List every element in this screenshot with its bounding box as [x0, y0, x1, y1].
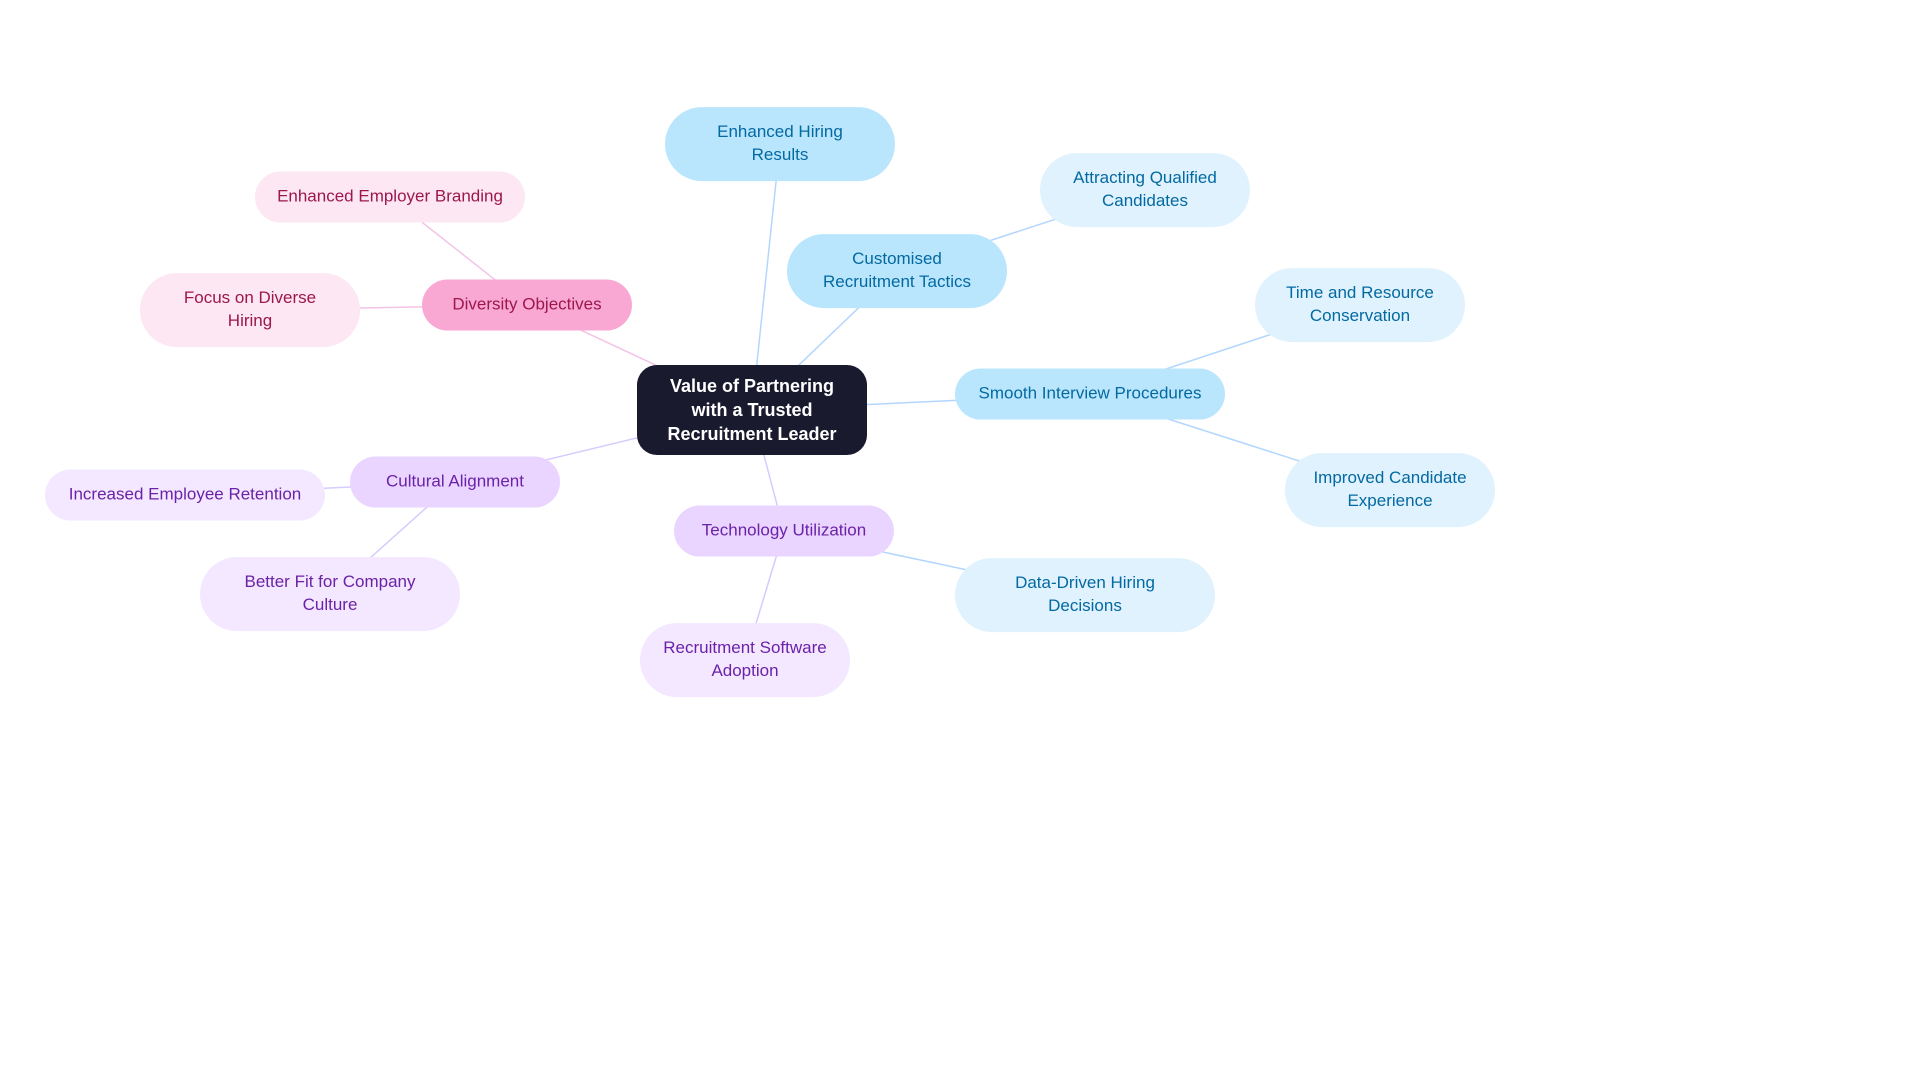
node-customised-tactics: Customised Recruitment Tactics: [787, 234, 1007, 308]
node-data-driven: Data-Driven Hiring Decisions: [955, 558, 1215, 632]
node-cultural-alignment: Cultural Alignment: [350, 457, 560, 508]
connections-svg: [0, 0, 1920, 1083]
node-smooth-interview: Smooth Interview Procedures: [955, 369, 1225, 420]
node-employee-retention: Increased Employee Retention: [45, 470, 325, 521]
node-attracting-candidates: Attracting Qualified Candidates: [1040, 153, 1250, 227]
node-improved-candidate: Improved Candidate Experience: [1285, 453, 1495, 527]
node-diverse-hiring: Focus on Diverse Hiring: [140, 273, 360, 347]
mindmap-container: Value of Partnering with a Trusted Recru…: [0, 0, 1920, 1083]
node-diversity: Diversity Objectives: [422, 280, 632, 331]
center-node: Value of Partnering with a Trusted Recru…: [637, 365, 867, 455]
node-technology: Technology Utilization: [674, 506, 894, 557]
node-employer-branding: Enhanced Employer Branding: [255, 172, 525, 223]
node-enhanced-hiring: Enhanced Hiring Results: [665, 107, 895, 181]
node-recruitment-software: Recruitment Software Adoption: [640, 623, 850, 697]
node-time-resource: Time and Resource Conservation: [1255, 268, 1465, 342]
node-company-culture: Better Fit for Company Culture: [200, 557, 460, 631]
